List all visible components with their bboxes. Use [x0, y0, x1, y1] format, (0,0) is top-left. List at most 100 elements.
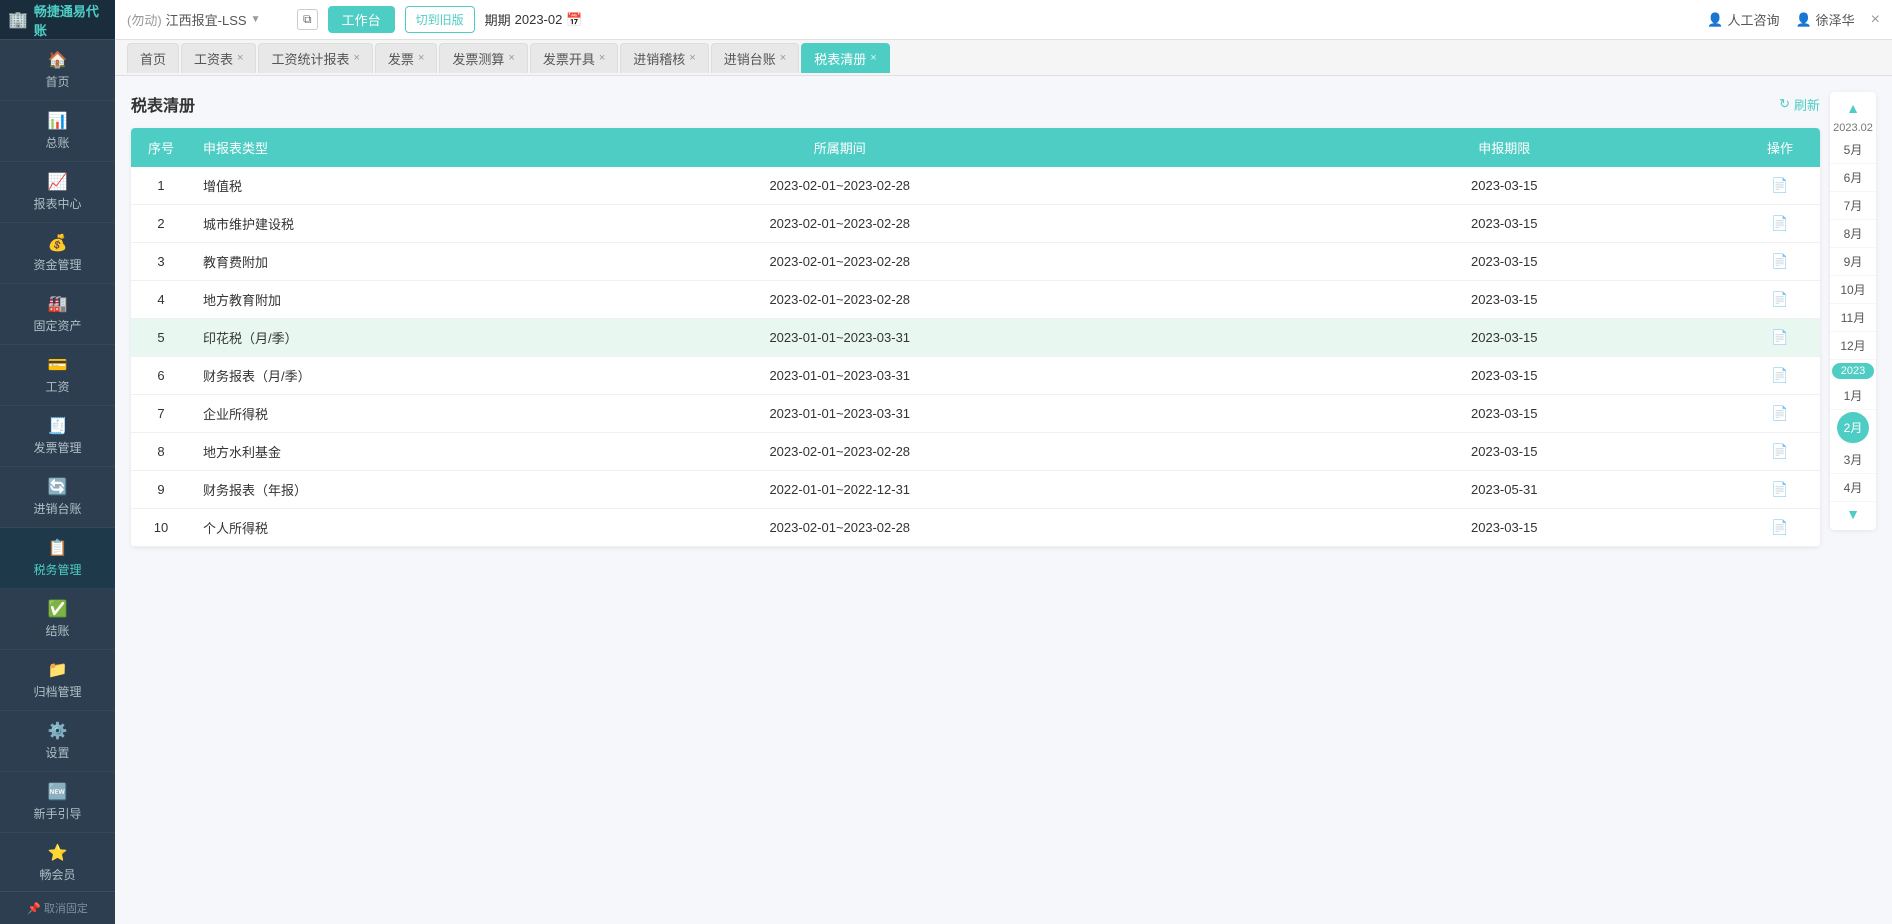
sidebar-item-fund[interactable]: 💰 资金管理	[0, 223, 115, 284]
action-icon[interactable]: 📄	[1771, 291, 1788, 307]
sidebar-item-asset[interactable]: 🏭 固定资产	[0, 284, 115, 345]
cell-period: 2023-02-01~2023-02-28	[411, 509, 1269, 547]
tab-invoice-close[interactable]: ×	[418, 53, 424, 64]
vip-icon: ⭐	[48, 843, 68, 863]
calendar-up-button[interactable]: ▲	[1842, 96, 1864, 120]
action-icon[interactable]: 📄	[1771, 367, 1788, 383]
cell-type: 地方教育附加	[191, 281, 411, 319]
sidebar-item-report[interactable]: 📈 报表中心	[0, 162, 115, 223]
sidebar-item-salary-label: 工资	[45, 378, 69, 395]
tab-invoice[interactable]: 发票 ×	[375, 43, 437, 73]
tab-inout-ledger[interactable]: 进销台账 ×	[711, 43, 799, 73]
oldversion-button[interactable]: 切到旧版	[405, 6, 475, 33]
workbench-button[interactable]: 工作台	[328, 6, 395, 33]
page-header: 税表清册 ↻ 刷新	[131, 92, 1820, 116]
calendar-month-oct[interactable]: 10月	[1830, 276, 1876, 304]
tab-invoice-open[interactable]: 发票开具 ×	[530, 43, 618, 73]
calendar-month-may[interactable]: 5月	[1830, 136, 1876, 164]
tab-salary-label: 工资表	[194, 49, 233, 68]
cell-type: 财务报表（年报）	[191, 471, 411, 509]
cell-period: 2023-02-01~2023-02-28	[411, 243, 1269, 281]
calendar-month-feb-selected[interactable]: 2月	[1837, 412, 1869, 444]
action-icon[interactable]: 📄	[1771, 519, 1788, 535]
calendar-month-jul[interactable]: 7月	[1830, 192, 1876, 220]
topbar-right: 👤 人工咨询 👤 徐泽华 ×	[1707, 10, 1880, 29]
settings-icon: ⚙️	[48, 721, 68, 741]
copy-company-button[interactable]: ⧉	[297, 9, 318, 30]
tab-tax-clear[interactable]: 税表清册 ×	[801, 43, 889, 73]
table-row: 4 地方教育附加 2023-02-01~2023-02-28 2023-03-1…	[131, 281, 1820, 319]
calendar-down-button[interactable]: ▼	[1842, 502, 1864, 526]
tab-salary-report[interactable]: 工资统计报表 ×	[258, 43, 372, 73]
refresh-button[interactable]: ↻ 刷新	[1779, 95, 1820, 114]
calendar-month-dec[interactable]: 12月	[1830, 332, 1876, 360]
cell-period: 2023-01-01~2023-03-31	[411, 357, 1269, 395]
tab-inout-ledger-close[interactable]: ×	[780, 53, 786, 64]
report-icon: 📈	[48, 172, 68, 192]
sidebar-item-vip[interactable]: ⭐ 畅会员	[0, 833, 115, 891]
calendar-month-apr[interactable]: 4月	[1830, 474, 1876, 502]
sidebar-item-ledger-label: 总账	[45, 134, 69, 151]
tab-inout-check[interactable]: 进销稽核 ×	[620, 43, 708, 73]
calendar-month-nov[interactable]: 11月	[1830, 304, 1876, 332]
action-icon[interactable]: 📄	[1771, 177, 1788, 193]
sidebar-item-tax[interactable]: 📋 税务管理	[0, 528, 115, 589]
sidebar-item-archive[interactable]: 📁 归档管理	[0, 650, 115, 711]
tab-salary[interactable]: 工资表 ×	[181, 43, 256, 73]
calendar-month-sep[interactable]: 9月	[1830, 248, 1876, 276]
cell-deadline: 2023-03-15	[1269, 509, 1741, 547]
tab-inout-check-close[interactable]: ×	[689, 53, 695, 64]
sidebar-footer-unpin[interactable]: 📌 取消固定	[0, 891, 115, 924]
tab-inout-ledger-label: 进销台账	[724, 49, 776, 68]
sidebar-item-settle-label: 结账	[45, 622, 69, 639]
cell-deadline: 2023-03-15	[1269, 433, 1741, 471]
settle-icon: ✅	[48, 599, 68, 619]
action-icon[interactable]: 📄	[1771, 481, 1788, 497]
tab-home[interactable]: 首页	[127, 43, 179, 73]
calendar-icon[interactable]: 📅	[566, 12, 582, 28]
company-prefix: (勿动)	[127, 10, 162, 29]
company-selector[interactable]: (勿动) 江西报宜-LSS ▼	[127, 10, 287, 29]
tab-invoice-calc[interactable]: 发票测算 ×	[439, 43, 527, 73]
sidebar-item-settings[interactable]: ⚙️ 设置	[0, 711, 115, 772]
user-avatar-icon: 👤	[1795, 12, 1811, 28]
action-icon[interactable]: 📄	[1771, 215, 1788, 231]
sidebar-item-ledger[interactable]: 📊 总账	[0, 101, 115, 162]
tab-tax-clear-label: 税表清册	[814, 49, 866, 68]
calendar-month-aug[interactable]: 8月	[1830, 220, 1876, 248]
tab-salary-close[interactable]: ×	[237, 53, 243, 64]
action-icon[interactable]: 📄	[1771, 253, 1788, 269]
sidebar-item-invoice[interactable]: 🧾 发票管理	[0, 406, 115, 467]
cell-deadline: 2023-03-15	[1269, 243, 1741, 281]
cell-no: 4	[131, 281, 191, 319]
cell-period: 2022-01-01~2022-12-31	[411, 471, 1269, 509]
human-service-button[interactable]: 👤 人工咨询	[1707, 10, 1779, 29]
tab-inout-check-label: 进销稽核	[633, 49, 685, 68]
sidebar-item-salary[interactable]: 💳 工资	[0, 345, 115, 406]
app-logo-icon: 🏢	[8, 10, 28, 30]
action-icon[interactable]: 📄	[1771, 329, 1788, 345]
company-dropdown-icon: ▼	[251, 14, 261, 25]
user-menu[interactable]: 👤 徐泽华	[1795, 10, 1854, 29]
calendar-sidebar: ▲ 2023.02 5月 6月 7月 8月 9月 10月 11月 12月 202…	[1830, 92, 1876, 530]
action-icon[interactable]: 📄	[1771, 405, 1788, 421]
calendar-month-jan[interactable]: 1月	[1830, 382, 1876, 410]
calendar-month-mar[interactable]: 3月	[1830, 446, 1876, 474]
sidebar-item-vip-label: 畅会员	[39, 866, 75, 883]
cell-type: 城市维护建设税	[191, 205, 411, 243]
cell-action: 📄	[1740, 205, 1820, 243]
cell-action: 📄	[1740, 357, 1820, 395]
sidebar-item-guide[interactable]: 🆕 新手引导	[0, 772, 115, 833]
sidebar-item-settle[interactable]: ✅ 结账	[0, 589, 115, 650]
topbar-close-button[interactable]: ×	[1871, 11, 1880, 29]
main-area: (勿动) 江西报宜-LSS ▼ ⧉ 工作台 切到旧版 期期 2023-02 📅 …	[115, 0, 1892, 924]
tab-invoice-calc-close[interactable]: ×	[508, 53, 514, 64]
tab-salary-report-close[interactable]: ×	[353, 53, 359, 64]
action-icon[interactable]: 📄	[1771, 443, 1788, 459]
tab-invoice-open-close[interactable]: ×	[599, 53, 605, 64]
calendar-month-jun[interactable]: 6月	[1830, 164, 1876, 192]
sidebar-item-inout[interactable]: 🔄 进销台账	[0, 467, 115, 528]
period-selector[interactable]: 期期 2023-02 📅	[485, 10, 583, 29]
sidebar-item-home[interactable]: 🏠 首页	[0, 40, 115, 101]
tab-tax-clear-close[interactable]: ×	[870, 53, 876, 64]
